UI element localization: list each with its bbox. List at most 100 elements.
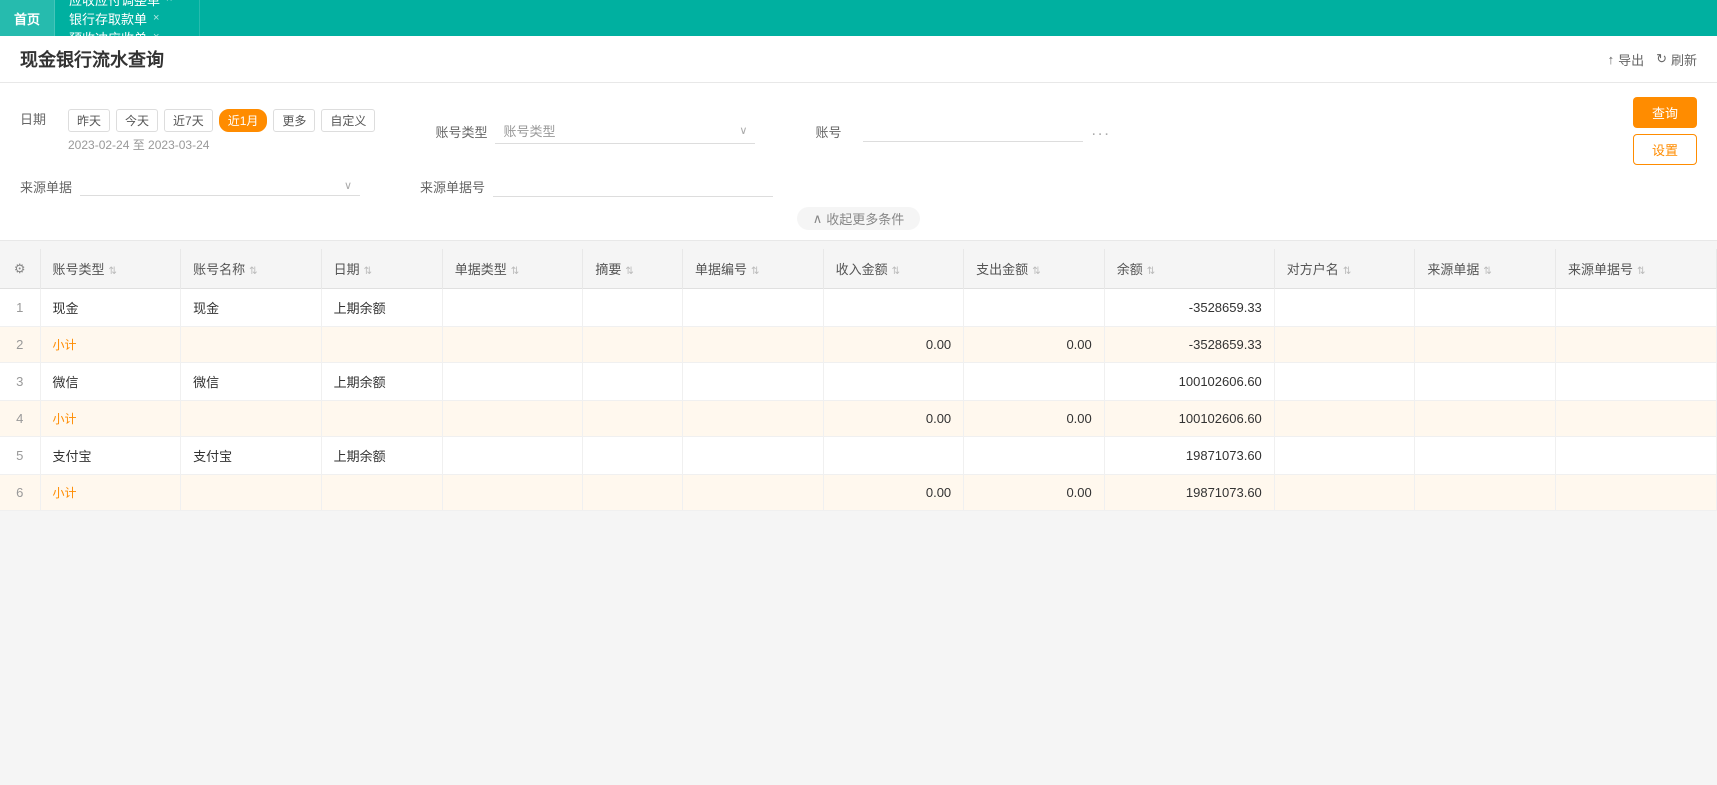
- more-dots[interactable]: ...: [1091, 122, 1110, 140]
- col-header-4: 单据类型⇅: [442, 249, 583, 289]
- settings-button[interactable]: 设置: [1633, 134, 1697, 165]
- source-doc-no-cell: [1555, 437, 1716, 475]
- account-name-cell: 现金: [181, 289, 322, 327]
- account-name-cell: [181, 401, 322, 437]
- date-btn-4[interactable]: 更多: [273, 109, 315, 132]
- source-doc-no-cell: [1555, 327, 1716, 363]
- nav-home[interactable]: 首页: [0, 0, 55, 36]
- collapse-button[interactable]: ∧ 收起更多条件: [797, 207, 921, 230]
- source-doc-no-label: 来源单据号: [420, 177, 485, 196]
- header-actions: ↑ 导出 ↻ 刷新: [1608, 50, 1697, 69]
- sort-icon-3[interactable]: ⇅: [364, 266, 372, 277]
- expense-cell: [964, 437, 1105, 475]
- expense-cell: 0.00: [964, 475, 1105, 511]
- source-doc-no-input[interactable]: [493, 175, 773, 197]
- date-cell: 上期余额: [321, 289, 442, 327]
- filter-area: 日期 昨天今天近7天近1月更多自定义 2023-02-24 至 2023-03-…: [0, 83, 1717, 241]
- date-cell: [321, 327, 442, 363]
- nav-tab-5[interactable]: 预收冲应收单×: [55, 28, 200, 37]
- source-doc-label: 来源单据: [20, 177, 72, 196]
- income-cell: [823, 289, 964, 327]
- account-type-label: 账号类型: [435, 122, 487, 141]
- doc-type-cell: [442, 327, 583, 363]
- source-doc-chevron-icon: ∨: [344, 179, 352, 192]
- account-type-cell: 现金: [40, 289, 181, 327]
- date-btn-2[interactable]: 近7天: [164, 109, 213, 132]
- account-type-select[interactable]: 账号类型 ∨: [495, 118, 755, 144]
- date-btn-1[interactable]: 今天: [116, 109, 158, 132]
- account-name-cell: [181, 475, 322, 511]
- col-header-12: 来源单据号⇅: [1555, 249, 1716, 289]
- date-cell: 上期余额: [321, 363, 442, 401]
- expense-cell: [964, 289, 1105, 327]
- sort-icon-1[interactable]: ⇅: [109, 266, 117, 277]
- sort-icon-7[interactable]: ⇅: [892, 266, 900, 277]
- col-header-9: 余额⇅: [1104, 249, 1274, 289]
- close-icon[interactable]: ×: [166, 0, 172, 5]
- source-doc-cell: [1415, 289, 1556, 327]
- date-label: 日期: [20, 109, 60, 128]
- account-type-cell: 小计: [40, 475, 181, 511]
- col-header-5: 摘要⇅: [583, 249, 683, 289]
- col-header-11: 来源单据⇅: [1415, 249, 1556, 289]
- sort-icon-8[interactable]: ⇅: [1032, 266, 1040, 277]
- filter-row-1: 日期 昨天今天近7天近1月更多自定义 2023-02-24 至 2023-03-…: [20, 97, 1697, 165]
- income-cell: 0.00: [823, 327, 964, 363]
- close-icon[interactable]: ×: [153, 31, 159, 36]
- source-doc-group: 来源单据 ∨: [20, 176, 360, 196]
- doc-type-cell: [442, 437, 583, 475]
- sort-icon-10[interactable]: ⇅: [1343, 266, 1351, 277]
- doc-no-cell: [683, 475, 824, 511]
- date-cell: [321, 475, 442, 511]
- account-input[interactable]: [863, 120, 1083, 142]
- summary-cell: [583, 401, 683, 437]
- sort-icon-12[interactable]: ⇅: [1637, 266, 1645, 277]
- col-header-10: 对方户名⇅: [1274, 249, 1415, 289]
- export-button[interactable]: ↑ 导出: [1608, 50, 1645, 69]
- doc-type-cell: [442, 475, 583, 511]
- account-group: 账号 ...: [815, 120, 1110, 142]
- col-header-2: 账号名称⇅: [181, 249, 322, 289]
- sort-icon-4[interactable]: ⇅: [511, 266, 519, 277]
- refresh-button[interactable]: ↻ 刷新: [1656, 50, 1697, 69]
- doc-no-cell: [683, 289, 824, 327]
- source-doc-no-cell: [1555, 401, 1716, 437]
- col-header-6: 单据编号⇅: [683, 249, 824, 289]
- sort-icon-9[interactable]: ⇅: [1147, 266, 1155, 277]
- source-doc-select[interactable]: ∨: [80, 176, 360, 196]
- doc-no-cell: [683, 401, 824, 437]
- counterparty-cell: [1274, 475, 1415, 511]
- nav-tab-3[interactable]: 应收应付调整单×: [55, 0, 200, 9]
- balance-cell: 19871073.60: [1104, 437, 1274, 475]
- sort-icon-5[interactable]: ⇅: [625, 266, 633, 277]
- date-btn-3[interactable]: 近1月: [219, 109, 268, 132]
- action-buttons: 查询 设置: [1633, 97, 1697, 165]
- col-header-7: 收入金额⇅: [823, 249, 964, 289]
- table-row: 4小计0.000.00100102606.60: [0, 401, 1717, 437]
- summary-cell: [583, 437, 683, 475]
- date-btn-0[interactable]: 昨天: [68, 109, 110, 132]
- table-row: 6小计0.000.0019871073.60: [0, 475, 1717, 511]
- close-icon[interactable]: ×: [153, 12, 159, 24]
- balance-cell: -3528659.33: [1104, 289, 1274, 327]
- sort-icon-6[interactable]: ⇅: [751, 266, 759, 277]
- source-doc-cell: [1415, 437, 1556, 475]
- top-nav: 首页 收款单×付款单×其他收入单×应收应付调整单×银行存取款单×预收冲应收单×收…: [0, 0, 1717, 36]
- page-title: 现金银行流水查询: [20, 46, 164, 72]
- sort-icon-11[interactable]: ⇅: [1483, 266, 1491, 277]
- table-header-row: ⚙账号类型⇅账号名称⇅日期⇅单据类型⇅摘要⇅单据编号⇅收入金额⇅支出金额⇅余额⇅…: [0, 249, 1717, 289]
- sort-icon-2[interactable]: ⇅: [249, 266, 257, 277]
- nav-tab-4[interactable]: 银行存取款单×: [55, 9, 200, 28]
- account-type-cell: 小计: [40, 401, 181, 437]
- query-button[interactable]: 查询: [1633, 97, 1697, 128]
- summary-cell: [583, 475, 683, 511]
- col-header-0: ⚙: [0, 249, 40, 289]
- table-row: 3微信微信上期余额100102606.60: [0, 363, 1717, 401]
- account-name-cell: [181, 327, 322, 363]
- table-container: ⚙账号类型⇅账号名称⇅日期⇅单据类型⇅摘要⇅单据编号⇅收入金额⇅支出金额⇅余额⇅…: [0, 249, 1717, 511]
- filter-row-2: 来源单据 ∨ 来源单据号: [20, 175, 1697, 197]
- col-header-3: 日期⇅: [321, 249, 442, 289]
- summary-cell: [583, 289, 683, 327]
- gear-icon[interactable]: ⚙: [14, 261, 26, 276]
- date-btn-5[interactable]: 自定义: [321, 109, 375, 132]
